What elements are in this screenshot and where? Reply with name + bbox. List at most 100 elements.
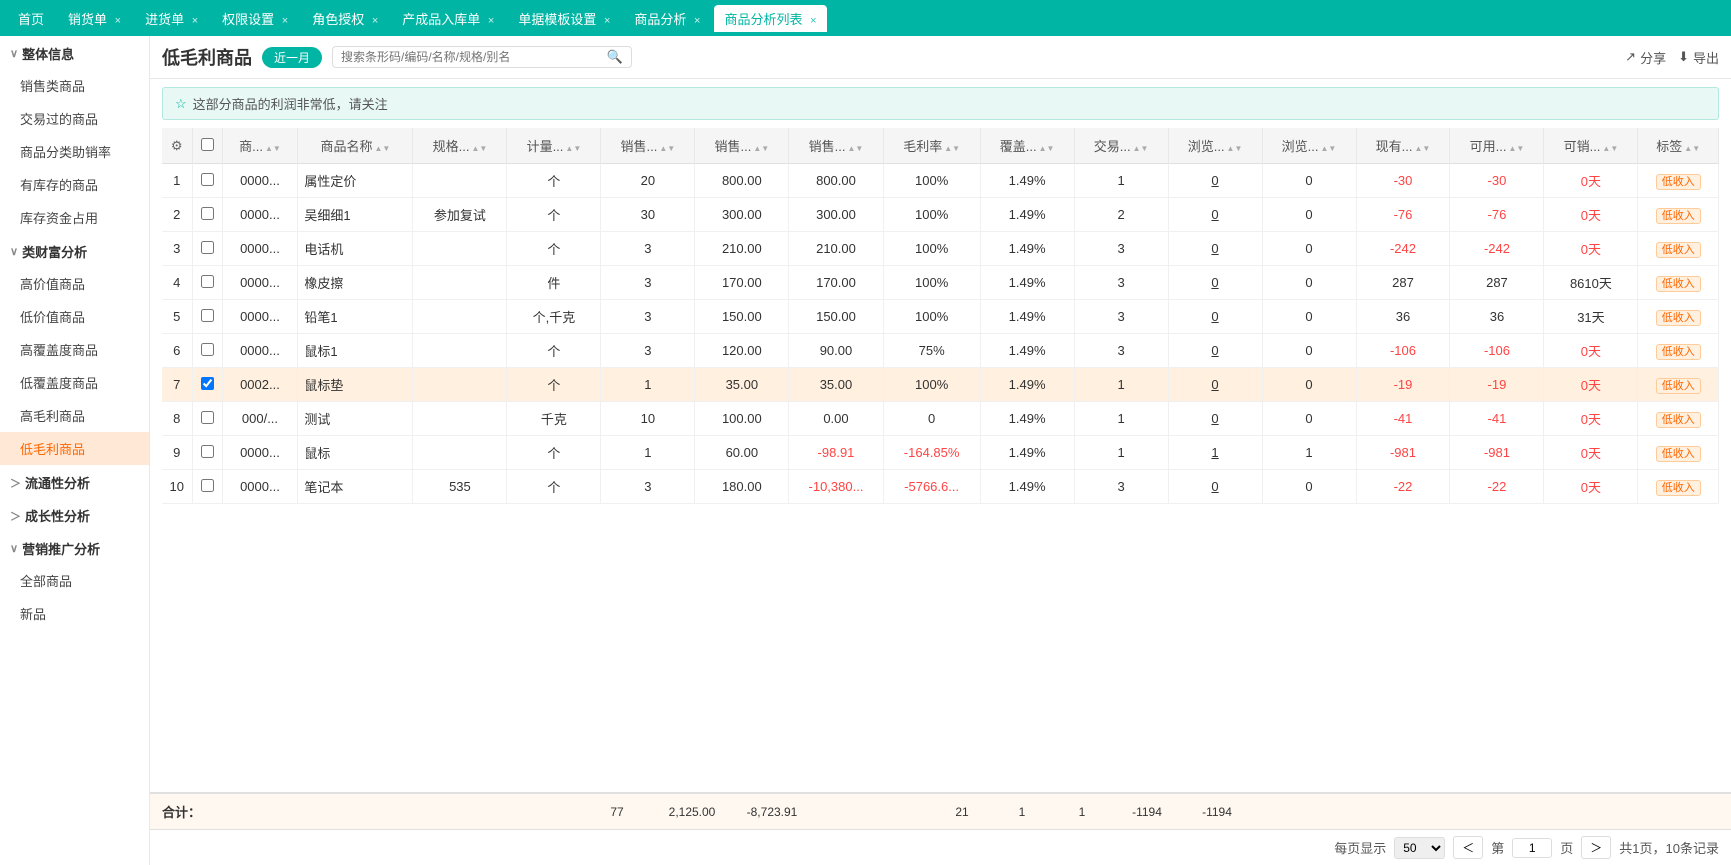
row-select-checkbox[interactable]	[201, 445, 214, 458]
footer-transactions: 21	[932, 803, 992, 821]
nav-role-auth[interactable]: 角色授权 ×	[302, 5, 388, 32]
per-page-label: 每页显示	[1334, 838, 1386, 857]
row-views1[interactable]: 0	[1168, 198, 1262, 232]
nav-home[interactable]: 首页	[8, 5, 54, 32]
footer-code	[282, 803, 352, 821]
row-checkbox[interactable]	[192, 198, 222, 232]
sidebar-group-wealth[interactable]: ∨ 类财富分析	[0, 234, 149, 267]
row-select-checkbox[interactable]	[201, 207, 214, 220]
sidebar-item-high-value[interactable]: 高价值商品	[0, 267, 149, 300]
row-select-checkbox[interactable]	[201, 241, 214, 254]
row-select-checkbox[interactable]	[201, 275, 214, 288]
row-views1[interactable]: 0	[1168, 368, 1262, 402]
row-views2: 0	[1262, 164, 1356, 198]
close-icon[interactable]: ×	[372, 15, 378, 27]
sidebar-item-category-assist[interactable]: 商品分类助销率	[0, 135, 149, 168]
sidebar-item-new-products[interactable]: 新品	[0, 597, 149, 630]
row-checkbox[interactable]	[192, 470, 222, 504]
row-checkbox[interactable]	[192, 368, 222, 402]
row-checkbox[interactable]	[192, 300, 222, 334]
row-views1[interactable]: 0	[1168, 232, 1262, 266]
row-available: -30	[1450, 164, 1544, 198]
sidebar-item-traded-products[interactable]: 交易过的商品	[0, 102, 149, 135]
row-views1[interactable]: 1	[1168, 436, 1262, 470]
prev-page-button[interactable]: ＜	[1453, 836, 1483, 859]
search-box: 🔍	[332, 46, 632, 68]
sidebar-item-in-stock[interactable]: 有库存的商品	[0, 168, 149, 201]
footer-sales-amount: -8,723.91	[732, 803, 812, 821]
sidebar-item-sales-products[interactable]: 销售类商品	[0, 69, 149, 102]
row-checkbox[interactable]	[192, 266, 222, 300]
sidebar-item-high-coverage[interactable]: 高覆盖度商品	[0, 333, 149, 366]
sidebar-item-stock-capital[interactable]: 库存资金占用	[0, 201, 149, 234]
row-views1[interactable]: 0	[1168, 164, 1262, 198]
row-views1[interactable]: 0	[1168, 402, 1262, 436]
row-checkbox[interactable]	[192, 164, 222, 198]
close-icon[interactable]: ×	[192, 15, 198, 27]
per-page-select[interactable]: 50 20 100	[1394, 837, 1445, 859]
sidebar-item-high-margin[interactable]: 高毛利商品	[0, 399, 149, 432]
close-icon[interactable]: ×	[604, 15, 610, 27]
nav-sales-order[interactable]: 销货单 ×	[58, 5, 131, 32]
share-button[interactable]: ↗ 分享	[1625, 48, 1666, 67]
row-sales-qty: 3	[601, 334, 695, 368]
settings-icon[interactable]: ⚙	[171, 138, 183, 153]
row-select-checkbox[interactable]	[201, 479, 214, 492]
search-icon[interactable]: 🔍	[607, 49, 623, 65]
nav-product-entry[interactable]: 产成品入库单 ×	[392, 5, 504, 32]
footer-views1: 1	[992, 803, 1052, 821]
sidebar-group-growth[interactable]: ＞ 成长性分析	[0, 498, 149, 531]
sidebar-item-low-value[interactable]: 低价值商品	[0, 300, 149, 333]
sort-icons: ▲▼	[1602, 145, 1618, 153]
nav-purchase-order[interactable]: 进货单 ×	[135, 5, 208, 32]
row-select-checkbox[interactable]	[201, 309, 214, 322]
row-sales-qty: 3	[601, 470, 695, 504]
sidebar-item-low-margin[interactable]: 低毛利商品	[0, 432, 149, 465]
close-icon[interactable]: ×	[282, 15, 288, 27]
sidebar-group-circulation[interactable]: ＞ 流通性分析	[0, 465, 149, 498]
sidebar-group-marketing[interactable]: ∨ 营销推广分析	[0, 531, 149, 564]
row-select-checkbox[interactable]	[201, 343, 214, 356]
row-views1[interactable]: 0	[1168, 334, 1262, 368]
row-checkbox[interactable]	[192, 334, 222, 368]
row-views1[interactable]: 0	[1168, 470, 1262, 504]
row-checkbox[interactable]	[192, 436, 222, 470]
tag-badge: 低收入	[1656, 378, 1701, 394]
nav-permission-settings[interactable]: 权限设置 ×	[212, 5, 298, 32]
row-sales-qty: 1	[601, 368, 695, 402]
row-select-checkbox[interactable]	[201, 377, 214, 390]
close-icon[interactable]: ×	[115, 15, 121, 27]
row-select-checkbox[interactable]	[201, 173, 214, 186]
col-settings[interactable]: ⚙	[162, 128, 192, 164]
row-select-checkbox[interactable]	[201, 411, 214, 424]
sidebar-group-overall[interactable]: ∨ 整体信息	[0, 36, 149, 69]
sort-icons: ▲▼	[565, 145, 581, 153]
close-icon[interactable]: ×	[488, 15, 494, 27]
row-saleable: 0天	[1544, 232, 1638, 266]
col-checkbox[interactable]	[192, 128, 222, 164]
next-page-button[interactable]: ＞	[1581, 836, 1611, 859]
row-views1[interactable]: 0	[1168, 266, 1262, 300]
export-button[interactable]: ⬇ 导出	[1678, 48, 1719, 67]
select-all-checkbox[interactable]	[201, 138, 214, 151]
row-views1[interactable]: 0	[1168, 300, 1262, 334]
tag-badge: 低收入	[1656, 344, 1701, 360]
sort-icons: ▲▼	[1508, 145, 1524, 153]
date-filter-button[interactable]: 近一月	[262, 47, 322, 68]
col-saleable: 可销...▲▼	[1544, 128, 1638, 164]
close-icon[interactable]: ×	[694, 15, 700, 27]
sidebar-item-all-products[interactable]: 全部商品	[0, 564, 149, 597]
row-views2: 0	[1262, 266, 1356, 300]
row-checkbox[interactable]	[192, 232, 222, 266]
row-checkbox[interactable]	[192, 402, 222, 436]
nav-product-analysis-list[interactable]: 商品分析列表 ×	[714, 5, 826, 32]
close-icon[interactable]: ×	[810, 15, 816, 27]
search-input[interactable]	[341, 50, 607, 64]
row-current: 287	[1356, 266, 1450, 300]
row-name: 橡皮擦	[298, 266, 413, 300]
nav-product-analysis[interactable]: 商品分析 ×	[624, 5, 710, 32]
row-unit: 千克	[507, 402, 601, 436]
page-input[interactable]	[1512, 838, 1552, 858]
nav-template-settings[interactable]: 单据模板设置 ×	[508, 5, 620, 32]
sidebar-item-low-coverage[interactable]: 低覆盖度商品	[0, 366, 149, 399]
